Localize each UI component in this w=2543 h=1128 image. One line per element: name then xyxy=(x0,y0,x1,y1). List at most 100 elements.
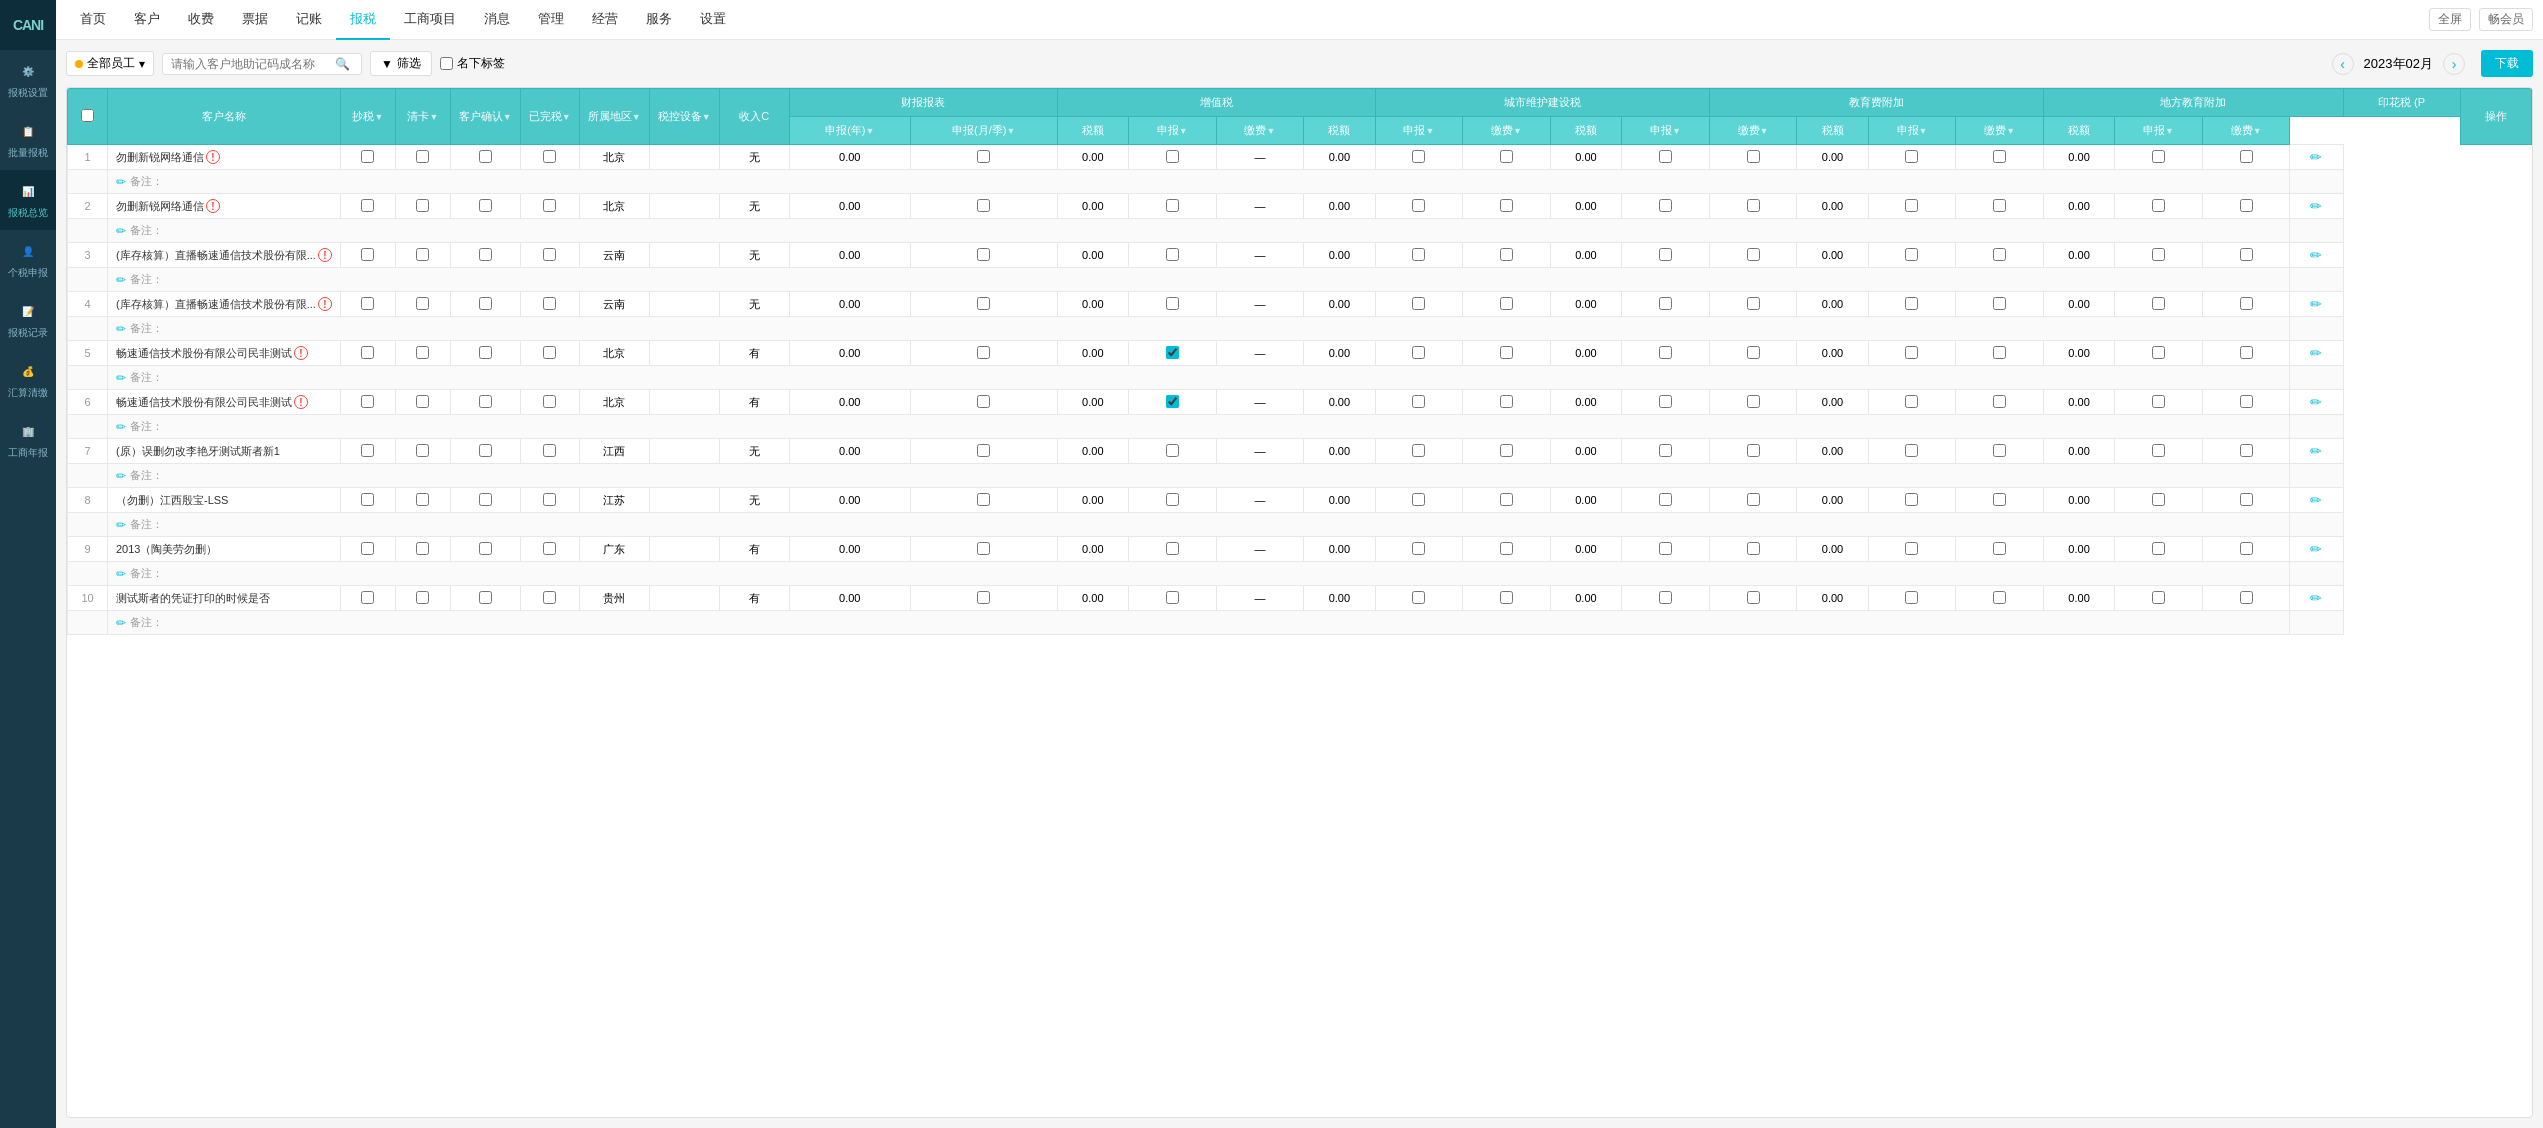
chaoshui-checkbox[interactable] xyxy=(361,199,374,212)
caibao-month-cb[interactable] xyxy=(910,243,1057,268)
note-edit-icon[interactable]: ✏ xyxy=(116,224,126,238)
dfj-shenbao-cb[interactable] xyxy=(1868,390,1956,415)
zzs-shenbao-cb[interactable] xyxy=(1128,537,1216,562)
csw-jiaofei-checkbox[interactable] xyxy=(1500,591,1513,604)
jyf-jiaofei-checkbox[interactable] xyxy=(1747,444,1760,457)
chaoshui-cell[interactable] xyxy=(340,145,395,170)
yhs-jiaofei-cb[interactable] xyxy=(2202,341,2290,366)
csw-jiaofei-checkbox[interactable] xyxy=(1500,150,1513,163)
dfj-jiaofei-checkbox[interactable] xyxy=(1993,346,2006,359)
dfj-jiaofei-cb[interactable] xyxy=(1956,341,2044,366)
jyf-jiaofei-cb[interactable] xyxy=(1709,341,1797,366)
yiwanshui-checkbox[interactable] xyxy=(543,248,556,261)
jyf-shenbao-cb[interactable] xyxy=(1622,439,1710,464)
dfj-jiaofei-checkbox[interactable] xyxy=(1993,297,2006,310)
edit-action-icon[interactable]: ✏ xyxy=(2310,296,2322,312)
qingka-cell[interactable] xyxy=(395,537,450,562)
yhs-shenbao-checkbox[interactable] xyxy=(2152,346,2165,359)
jyf-jiaofei-cb[interactable] xyxy=(1709,243,1797,268)
zzs-shenbao-checkbox[interactable] xyxy=(1166,591,1179,604)
yhs-shenbao-cb[interactable] xyxy=(2115,243,2203,268)
yiwanshui-cell[interactable] xyxy=(520,341,579,366)
yiwanshui-cell[interactable] xyxy=(520,292,579,317)
dfj-jiaofei-cb[interactable] xyxy=(1956,194,2044,219)
date-prev-btn[interactable]: ‹ xyxy=(2332,53,2354,75)
caibao-month-cb[interactable] xyxy=(910,145,1057,170)
nav-item-customer[interactable]: 客户 xyxy=(120,0,174,40)
chaoshui-checkbox[interactable] xyxy=(361,444,374,457)
jyf-shenbao-cb[interactable] xyxy=(1622,194,1710,219)
yhs-jiaofei-cb[interactable] xyxy=(2202,586,2290,611)
qingka-checkbox[interactable] xyxy=(416,297,429,310)
qingka-cell[interactable] xyxy=(395,145,450,170)
caibao-month-checkbox[interactable] xyxy=(977,444,990,457)
csw-jiaofei-checkbox[interactable] xyxy=(1500,248,1513,261)
sidebar-item-baoshuishezhi[interactable]: ⚙️ 报税设置 xyxy=(0,50,56,110)
qingka-cell[interactable] xyxy=(395,488,450,513)
dfj-shenbao-cb[interactable] xyxy=(1868,194,1956,219)
yhs-jiaofei-cb[interactable] xyxy=(2202,145,2290,170)
jyf-shenbao-checkbox[interactable] xyxy=(1659,150,1672,163)
khqueren-cell[interactable] xyxy=(450,145,520,170)
sidebar-item-baoshuizonglan[interactable]: 📊 报税总览 xyxy=(0,170,56,230)
yhs-shenbao-checkbox[interactable] xyxy=(2152,493,2165,506)
jyf-shenbao-checkbox[interactable] xyxy=(1659,444,1672,457)
khqueren-checkbox[interactable] xyxy=(479,199,492,212)
nav-item-guanli[interactable]: 管理 xyxy=(524,0,578,40)
zzs-shenbao-cb[interactable] xyxy=(1128,586,1216,611)
csw-jiaofei-cb[interactable] xyxy=(1463,341,1551,366)
caibao-month-checkbox[interactable] xyxy=(977,150,990,163)
dfj-jiaofei-checkbox[interactable] xyxy=(1993,199,2006,212)
csw-jiaofei-checkbox[interactable] xyxy=(1500,395,1513,408)
caibao-month-checkbox[interactable] xyxy=(977,297,990,310)
yhs-jiaofei-cb[interactable] xyxy=(2202,537,2290,562)
yhs-shenbao-cb[interactable] xyxy=(2115,586,2203,611)
csw-shenbao-cb[interactable] xyxy=(1375,194,1463,219)
caibao-month-cb[interactable] xyxy=(910,439,1057,464)
note-edit-icon[interactable]: ✏ xyxy=(116,371,126,385)
jyf-shenbao-cb[interactable] xyxy=(1622,586,1710,611)
csw-jiaofei-cb[interactable] xyxy=(1463,390,1551,415)
zzs-shenbao-checkbox[interactable] xyxy=(1166,248,1179,261)
khqueren-checkbox[interactable] xyxy=(479,493,492,506)
fullscreen-btn[interactable]: 全屏 xyxy=(2429,8,2471,31)
dfj-shenbao-checkbox[interactable] xyxy=(1905,542,1918,555)
edit-action-icon[interactable]: ✏ xyxy=(2310,247,2322,263)
note-edit-icon[interactable]: ✏ xyxy=(116,616,126,630)
qingka-checkbox[interactable] xyxy=(416,346,429,359)
yiwanshui-checkbox[interactable] xyxy=(543,150,556,163)
qingka-checkbox[interactable] xyxy=(416,248,429,261)
dfj-jiaofei-checkbox[interactable] xyxy=(1993,150,2006,163)
chaoshui-cell[interactable] xyxy=(340,194,395,219)
dfj-shenbao-checkbox[interactable] xyxy=(1905,297,1918,310)
yhs-jiaofei-cb[interactable] xyxy=(2202,390,2290,415)
nav-item-shezhi[interactable]: 设置 xyxy=(686,0,740,40)
qingka-checkbox[interactable] xyxy=(416,444,429,457)
jyf-shenbao-checkbox[interactable] xyxy=(1659,199,1672,212)
qingka-cell[interactable] xyxy=(395,341,450,366)
download-button[interactable]: 下载 xyxy=(2481,50,2533,77)
qingka-cell[interactable] xyxy=(395,194,450,219)
chaoshui-checkbox[interactable] xyxy=(361,542,374,555)
dfj-shenbao-cb[interactable] xyxy=(1868,586,1956,611)
caibao-month-checkbox[interactable] xyxy=(977,493,990,506)
dfj-shenbao-cb[interactable] xyxy=(1868,145,1956,170)
yhs-shenbao-cb[interactable] xyxy=(2115,488,2203,513)
chaoshui-cell[interactable] xyxy=(340,586,395,611)
qingka-cell[interactable] xyxy=(395,586,450,611)
zzs-shenbao-checkbox[interactable] xyxy=(1166,297,1179,310)
yhs-jiaofei-checkbox[interactable] xyxy=(2240,248,2253,261)
yhs-jiaofei-cb[interactable] xyxy=(2202,194,2290,219)
csw-jiaofei-checkbox[interactable] xyxy=(1500,346,1513,359)
jyf-shenbao-cb[interactable] xyxy=(1622,341,1710,366)
note-edit-icon[interactable]: ✏ xyxy=(116,567,126,581)
jyf-shenbao-cb[interactable] xyxy=(1622,145,1710,170)
qingka-checkbox[interactable] xyxy=(416,591,429,604)
yiwanshui-cell[interactable] xyxy=(520,488,579,513)
csw-shenbao-cb[interactable] xyxy=(1375,586,1463,611)
chaoshui-cell[interactable] xyxy=(340,292,395,317)
yiwanshui-checkbox[interactable] xyxy=(543,591,556,604)
yiwanshui-cell[interactable] xyxy=(520,145,579,170)
yhs-shenbao-checkbox[interactable] xyxy=(2152,199,2165,212)
dfj-shenbao-checkbox[interactable] xyxy=(1905,199,1918,212)
